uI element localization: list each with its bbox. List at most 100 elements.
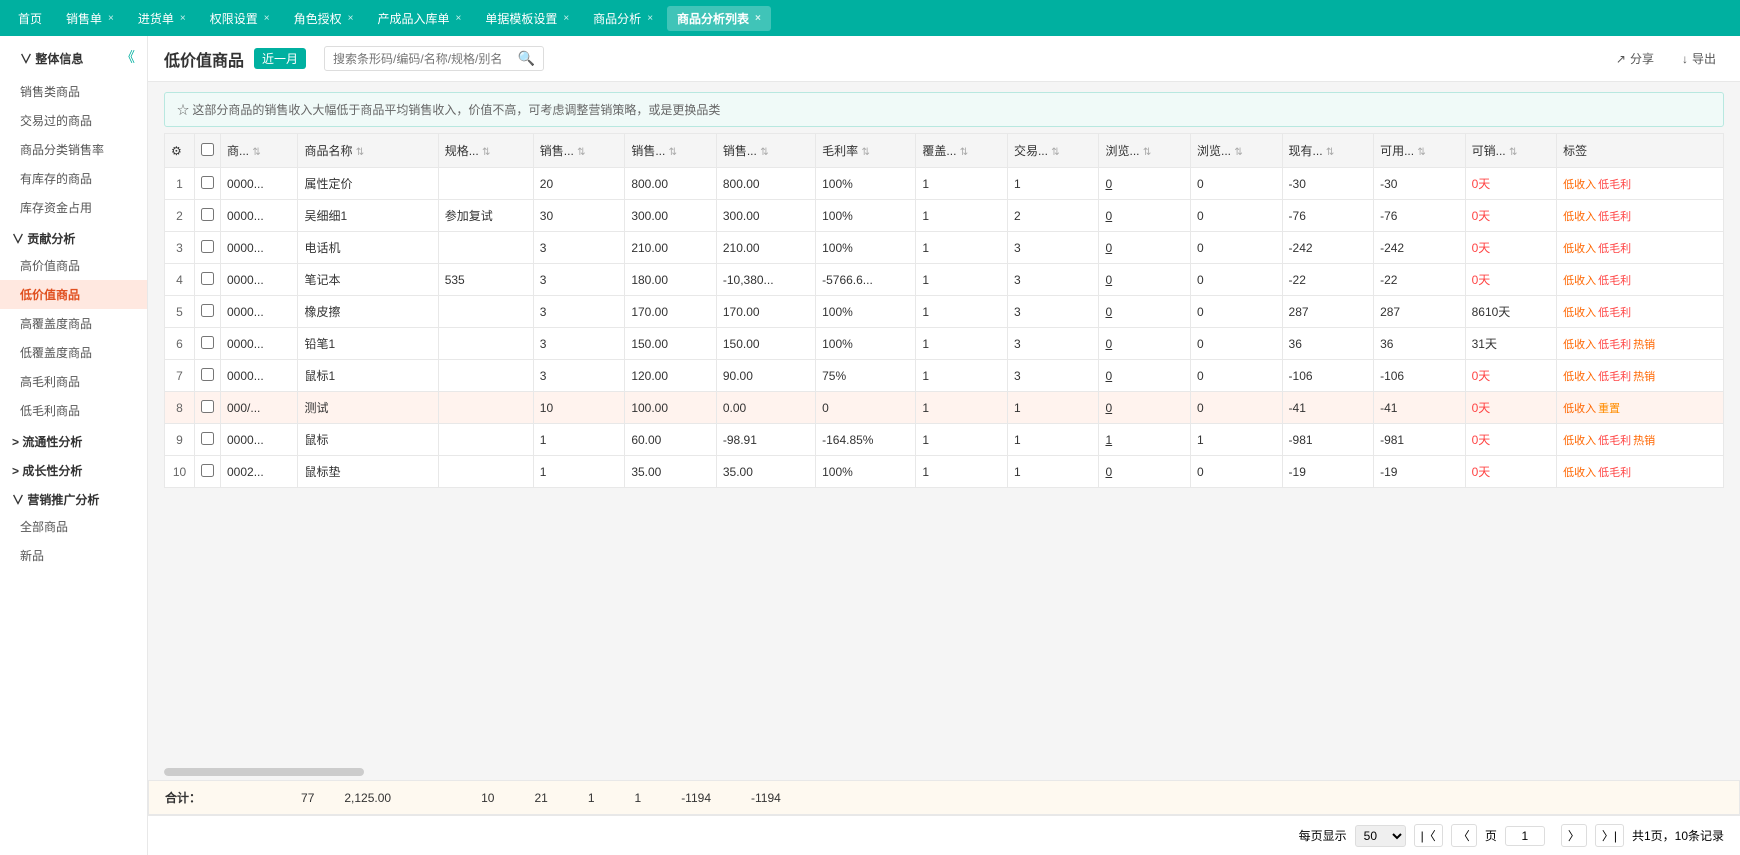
col-code[interactable]: 商... ⇅ [221,134,298,168]
row-checkbox[interactable] [201,400,214,413]
row-browse1[interactable]: 0 [1099,328,1191,360]
close-template-icon[interactable]: × [563,13,569,24]
sidebar-group-marketing[interactable]: ∨ 营销推广分析 [0,483,147,512]
per-page-select[interactable]: 50 100 200 [1355,825,1406,847]
browse1-link[interactable]: 0 [1105,369,1112,383]
row-browse1[interactable]: 0 [1099,200,1191,232]
col-current[interactable]: 现有... ⇅ [1282,134,1374,168]
scrollbar-thumb[interactable] [164,768,364,776]
row-checkbox-cell[interactable] [195,200,221,232]
row-checkbox-cell[interactable] [195,296,221,328]
browse1-link[interactable]: 0 [1105,465,1112,479]
browse1-link[interactable]: 0 [1105,273,1112,287]
row-checkbox[interactable] [201,208,214,221]
close-product-in-icon[interactable]: × [455,13,461,24]
sidebar-item-inventory-capital[interactable]: 库存资金占用 [0,193,147,222]
col-sales-qty[interactable]: 销售... ⇅ [533,134,625,168]
close-purchase-icon[interactable]: × [180,13,186,24]
row-browse1[interactable]: 0 [1099,264,1191,296]
scrollbar-area[interactable] [164,768,1724,776]
col-browse2[interactable]: 浏览... ⇅ [1191,134,1283,168]
sidebar-item-low-value[interactable]: 低价值商品 [0,280,147,309]
nav-item-sales[interactable]: 销售单 × [56,6,124,31]
sidebar-item-high-margin[interactable]: 高毛利商品 [0,367,147,396]
close-sales-icon[interactable]: × [108,13,114,24]
col-sales-amount[interactable]: 销售... ⇅ [716,134,815,168]
nav-item-analysis[interactable]: 商品分析 × [583,6,663,31]
row-checkbox[interactable] [201,240,214,253]
row-browse1[interactable]: 0 [1099,232,1191,264]
sidebar-collapse-btn[interactable]: 《 [117,45,139,69]
sidebar-item-sales-products[interactable]: 销售类商品 [0,77,147,106]
nav-item-analysis-list[interactable]: 商品分析列表 × [667,6,771,31]
close-analysis-icon[interactable]: × [647,13,653,24]
page-input[interactable] [1505,826,1545,846]
sidebar-item-in-stock[interactable]: 有库存的商品 [0,164,147,193]
row-checkbox-cell[interactable] [195,360,221,392]
share-button[interactable]: ↗ 分享 [1608,47,1662,70]
prev-page-btn[interactable]: 〈 [1451,824,1477,847]
nav-item-product-in[interactable]: 产成品入库单 × [367,6,471,31]
select-all-checkbox[interactable] [201,143,214,156]
row-checkbox[interactable] [201,272,214,285]
row-browse1[interactable]: 0 [1099,168,1191,200]
browse1-link[interactable]: 0 [1105,337,1112,351]
row-checkbox[interactable] [201,368,214,381]
col-settings[interactable]: ⚙ [165,134,195,168]
nav-item-permissions[interactable]: 权限设置 × [200,6,280,31]
browse1-link[interactable]: 0 [1105,241,1112,255]
sidebar-item-new-products[interactable]: 新品 [0,541,147,570]
col-checkbox[interactable] [195,134,221,168]
search-input[interactable] [333,52,512,66]
sidebar-group-circulation[interactable]: > 流通性分析 [0,425,147,454]
col-sales-price[interactable]: 销售... ⇅ [625,134,717,168]
first-page-btn[interactable]: |〈 [1414,824,1443,847]
nav-item-home[interactable]: 首页 [8,6,52,31]
filter-tag-recent-month[interactable]: 近一月 [254,48,306,69]
col-coverage[interactable]: 覆盖... ⇅ [916,134,1008,168]
close-roles-icon[interactable]: × [348,13,354,24]
col-spec[interactable]: 规格... ⇅ [438,134,533,168]
sidebar-item-all-products[interactable]: 全部商品 [0,512,147,541]
nav-item-template[interactable]: 单据模板设置 × [475,6,579,31]
table-container[interactable]: ⚙ 商... ⇅ 商品名称 ⇅ 规格... ⇅ 销售... ⇅ 销售... ⇅ … [164,133,1724,764]
row-checkbox[interactable] [201,432,214,445]
browse1-link[interactable]: 1 [1105,433,1112,447]
last-page-btn[interactable]: 〉| [1595,824,1624,847]
sidebar-item-low-coverage[interactable]: 低覆盖度商品 [0,338,147,367]
sidebar-item-traded-products[interactable]: 交易过的商品 [0,106,147,135]
nav-item-purchase[interactable]: 进货单 × [128,6,196,31]
row-checkbox-cell[interactable] [195,456,221,488]
browse1-link[interactable]: 0 [1105,177,1112,191]
row-browse1[interactable]: 1 [1099,424,1191,456]
col-browse1[interactable]: 浏览... ⇅ [1099,134,1191,168]
export-button[interactable]: ↓ 导出 [1674,47,1724,70]
row-checkbox-cell[interactable] [195,264,221,296]
sidebar-group-growth[interactable]: > 成长性分析 [0,454,147,483]
browse1-link[interactable]: 0 [1105,305,1112,319]
row-checkbox[interactable] [201,464,214,477]
col-tags[interactable]: 标签 [1557,134,1724,168]
close-analysis-list-icon[interactable]: × [755,13,761,24]
close-permissions-icon[interactable]: × [264,13,270,24]
search-icon[interactable]: 🔍 [518,50,535,67]
row-checkbox-cell[interactable] [195,424,221,456]
browse1-link[interactable]: 0 [1105,209,1112,223]
row-checkbox-cell[interactable] [195,328,221,360]
sidebar-item-category-sales-rate[interactable]: 商品分类销售率 [0,135,147,164]
nav-item-roles[interactable]: 角色授权 × [284,6,364,31]
sidebar-group-contribution[interactable]: ∨ 贡献分析 [0,222,147,251]
row-checkbox-cell[interactable] [195,232,221,264]
row-checkbox[interactable] [201,176,214,189]
col-trade[interactable]: 交易... ⇅ [1007,134,1099,168]
row-browse1[interactable]: 0 [1099,456,1191,488]
sidebar-item-high-coverage[interactable]: 高覆盖度商品 [0,309,147,338]
row-browse1[interactable]: 0 [1099,392,1191,424]
col-margin[interactable]: 毛利率 ⇅ [816,134,916,168]
row-browse1[interactable]: 0 [1099,360,1191,392]
row-checkbox-cell[interactable] [195,168,221,200]
sidebar-item-low-margin[interactable]: 低毛利商品 [0,396,147,425]
browse1-link[interactable]: 0 [1105,401,1112,415]
row-checkbox-cell[interactable] [195,392,221,424]
row-checkbox[interactable] [201,336,214,349]
